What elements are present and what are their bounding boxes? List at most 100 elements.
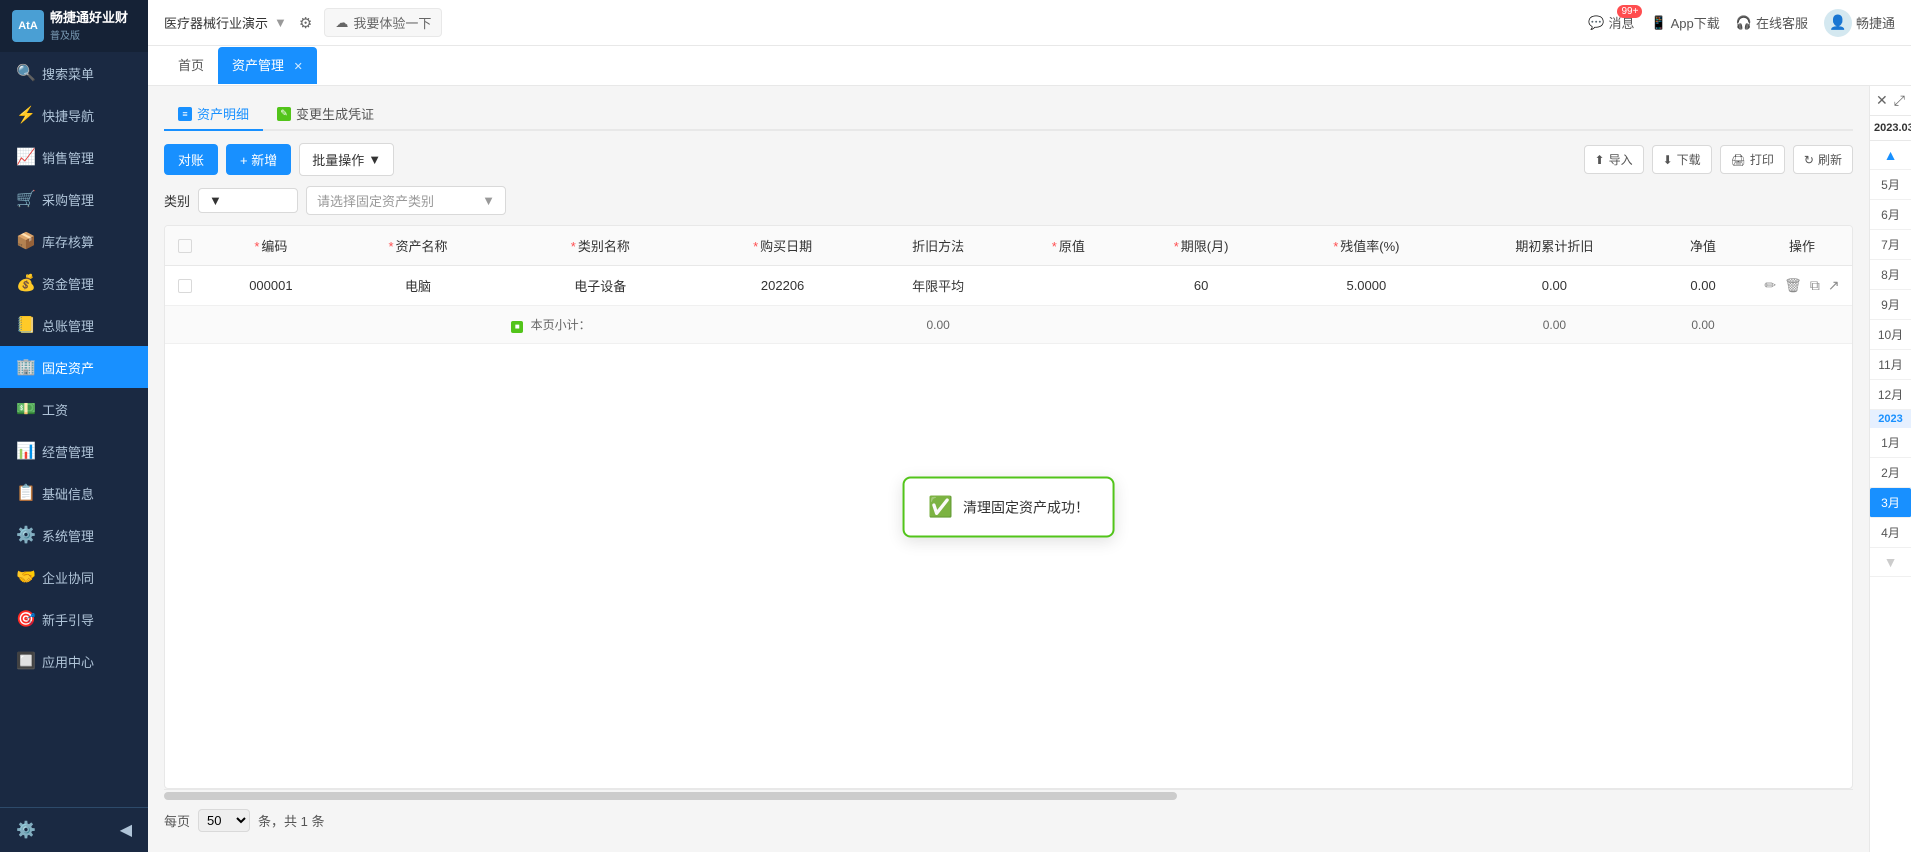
- company-selector[interactable]: 医疗器械行业演示 ▼: [164, 13, 287, 32]
- app-download-button[interactable]: 📱 App下载: [1650, 13, 1719, 32]
- sidebar-item-quick-nav[interactable]: ⚡ 快捷导航: [0, 94, 148, 136]
- main-area: 医疗器械行业演示 ▼ ⚙ ☁ 我要体验一下 💬 消息 99+ 📱 App下载 🎧…: [148, 0, 1911, 852]
- month-dec[interactable]: 12月: [1870, 380, 1911, 410]
- horizontal-scrollbar[interactable]: [164, 789, 1853, 801]
- sidebar-item-enterprise[interactable]: 🤝 企业协同: [0, 556, 148, 598]
- prev-year-nav[interactable]: ▲: [1870, 141, 1911, 170]
- collapse-icon[interactable]: ◀: [120, 820, 132, 840]
- copy-icon[interactable]: ⧉: [1810, 277, 1820, 294]
- tab-asset-mgmt[interactable]: 资产管理 ✕: [218, 47, 317, 84]
- settings-icon[interactable]: ⚙️: [16, 820, 36, 840]
- scrollbar-thumb[interactable]: [164, 792, 1177, 800]
- sidebar-item-search[interactable]: 🔍 搜索菜单: [0, 52, 148, 94]
- search-icon: 🔍: [16, 63, 34, 83]
- td-code: 000001: [205, 266, 337, 306]
- message-button[interactable]: 💬 消息 99+: [1588, 13, 1634, 32]
- sidebar-item-sales[interactable]: 📈 销售管理: [0, 136, 148, 178]
- delete-icon[interactable]: 🗑: [1784, 277, 1802, 294]
- money-icon: 💰: [16, 273, 34, 293]
- tab-close-icon[interactable]: ✕: [294, 61, 303, 73]
- success-toast: ✅ 清理固定资产成功！: [902, 477, 1115, 538]
- payroll-icon: 💵: [16, 399, 34, 419]
- tab-home[interactable]: 首页: [164, 47, 218, 84]
- sidebar-item-guide[interactable]: 🎯 新手引导: [0, 598, 148, 640]
- td-purchase-date: 202206: [701, 266, 863, 306]
- box-icon: 📦: [16, 231, 34, 251]
- pagination: 每页 50 100 200 条，共 1 条: [164, 801, 1853, 840]
- building-icon: 🏢: [16, 357, 34, 377]
- sidebar-item-system[interactable]: ⚙️ 系统管理: [0, 514, 148, 556]
- logo-subtitle: 普及版: [50, 27, 128, 42]
- sidebar-item-label: 基础信息: [42, 484, 94, 503]
- edit-icon[interactable]: ✏: [1764, 277, 1776, 294]
- topbar: 医疗器械行业演示 ▼ ⚙ ☁ 我要体验一下 💬 消息 99+ 📱 App下载 🎧…: [148, 0, 1911, 46]
- download-button[interactable]: ⬇ 下载: [1652, 145, 1712, 174]
- management-icon: 📊: [16, 441, 34, 461]
- sidebar-item-payroll[interactable]: 💵 工资: [0, 388, 148, 430]
- month-apr[interactable]: 4月: [1870, 518, 1911, 548]
- category-input[interactable]: 请选择固定资产类别 ▼: [306, 186, 506, 215]
- right-panel-year: 2023.03: [1870, 116, 1911, 141]
- logo-text-container: 畅捷通好业财 普及版: [50, 10, 128, 42]
- th-residual-rate: *残值率(%): [1278, 226, 1455, 266]
- month-may[interactable]: 5月: [1870, 170, 1911, 200]
- month-jun[interactable]: 6月: [1870, 200, 1911, 230]
- th-category: *类别名称: [499, 226, 701, 266]
- per-page-label: 每页: [164, 811, 190, 830]
- right-panel-expand-icon[interactable]: ⤢: [1894, 92, 1905, 109]
- month-mar[interactable]: 3月: [1870, 488, 1911, 518]
- asset-table: *编码 *资产名称 *类别名称 *购买日期 折旧方法 *原值 *期限(月) *残…: [165, 226, 1852, 344]
- sidebar-item-app-center[interactable]: 🔲 应用中心: [0, 640, 148, 682]
- category-select[interactable]: ▼: [198, 188, 298, 213]
- month-sep[interactable]: 9月: [1870, 290, 1911, 320]
- th-net-value: 净值: [1654, 226, 1752, 266]
- month-jan[interactable]: 1月: [1870, 428, 1911, 458]
- sidebar-item-management[interactable]: 📊 经营管理: [0, 430, 148, 472]
- sidebar-item-capital[interactable]: 💰 资金管理: [0, 262, 148, 304]
- subtotal-row: ■ 本页小计： 0.00 0.00 0.00: [165, 306, 1852, 344]
- sidebar-item-ledger[interactable]: 📒 总账管理: [0, 304, 148, 346]
- sidebar-item-fixed-assets[interactable]: 🏢 固定资产: [0, 346, 148, 388]
- row-checkbox[interactable]: [178, 279, 192, 293]
- right-panel-close-icon[interactable]: ✕: [1876, 92, 1888, 109]
- user-profile[interactable]: 👤 畅捷通: [1824, 9, 1895, 37]
- batch-button[interactable]: 批量操作 ▼: [299, 143, 394, 176]
- online-service-button[interactable]: 🎧 在线客服: [1736, 13, 1808, 32]
- experience-cloud-icon: ☁: [335, 15, 348, 31]
- select-all-checkbox[interactable]: [178, 239, 192, 253]
- td-action: ✏ 🗑 ⧉ ↗: [1752, 266, 1852, 306]
- th-purchase-date: *购买日期: [701, 226, 863, 266]
- sidebar-item-label: 总账管理: [42, 316, 94, 335]
- sidebar-item-inventory[interactable]: 📦 库存核算: [0, 220, 148, 262]
- month-jul[interactable]: 7月: [1870, 230, 1911, 260]
- subtotal-empty-6: [1124, 306, 1278, 344]
- month-feb[interactable]: 2月: [1870, 458, 1911, 488]
- month-nov[interactable]: 11月: [1870, 350, 1911, 380]
- sidebar-item-label: 新手引导: [42, 610, 94, 629]
- new-button[interactable]: + 新增: [226, 144, 291, 175]
- sidebar-item-basic-info[interactable]: 📋 基础信息: [0, 472, 148, 514]
- month-oct[interactable]: 10月: [1870, 320, 1911, 350]
- sub-tab-asset-detail[interactable]: ≡ 资产明细: [164, 98, 263, 131]
- per-page-select[interactable]: 50 100 200: [198, 809, 250, 832]
- month-aug[interactable]: 8月: [1870, 260, 1911, 290]
- account-button[interactable]: 对账: [164, 144, 218, 175]
- subtotal-net: 0.00: [1654, 306, 1752, 344]
- sub-tab-change-voucher[interactable]: ✎ 变更生成凭证: [263, 98, 388, 131]
- download-icon: ⬇: [1663, 153, 1673, 167]
- next-month-nav[interactable]: ▼: [1870, 548, 1911, 577]
- input-dropdown-icon: ▼: [482, 193, 495, 208]
- sidebar-item-purchase[interactable]: 🛒 采购管理: [0, 178, 148, 220]
- grid-icon: 🔲: [16, 651, 34, 671]
- topbar-settings-icon[interactable]: ⚙: [299, 14, 312, 32]
- subtotal-empty-3: [337, 306, 499, 344]
- td-checkbox: [165, 266, 205, 306]
- more-icon[interactable]: ↗: [1828, 277, 1840, 294]
- experience-button[interactable]: ☁ 我要体验一下: [324, 8, 442, 37]
- sidebar-bottom: ⚙️ ◀: [0, 807, 148, 852]
- print-button[interactable]: 🖨 打印: [1720, 145, 1785, 174]
- refresh-button[interactable]: ↻ 刷新: [1793, 145, 1853, 174]
- import-button[interactable]: ⬆ 导入: [1584, 145, 1644, 174]
- service-icon: 🎧: [1736, 15, 1752, 31]
- app-download-label: App下载: [1671, 13, 1720, 32]
